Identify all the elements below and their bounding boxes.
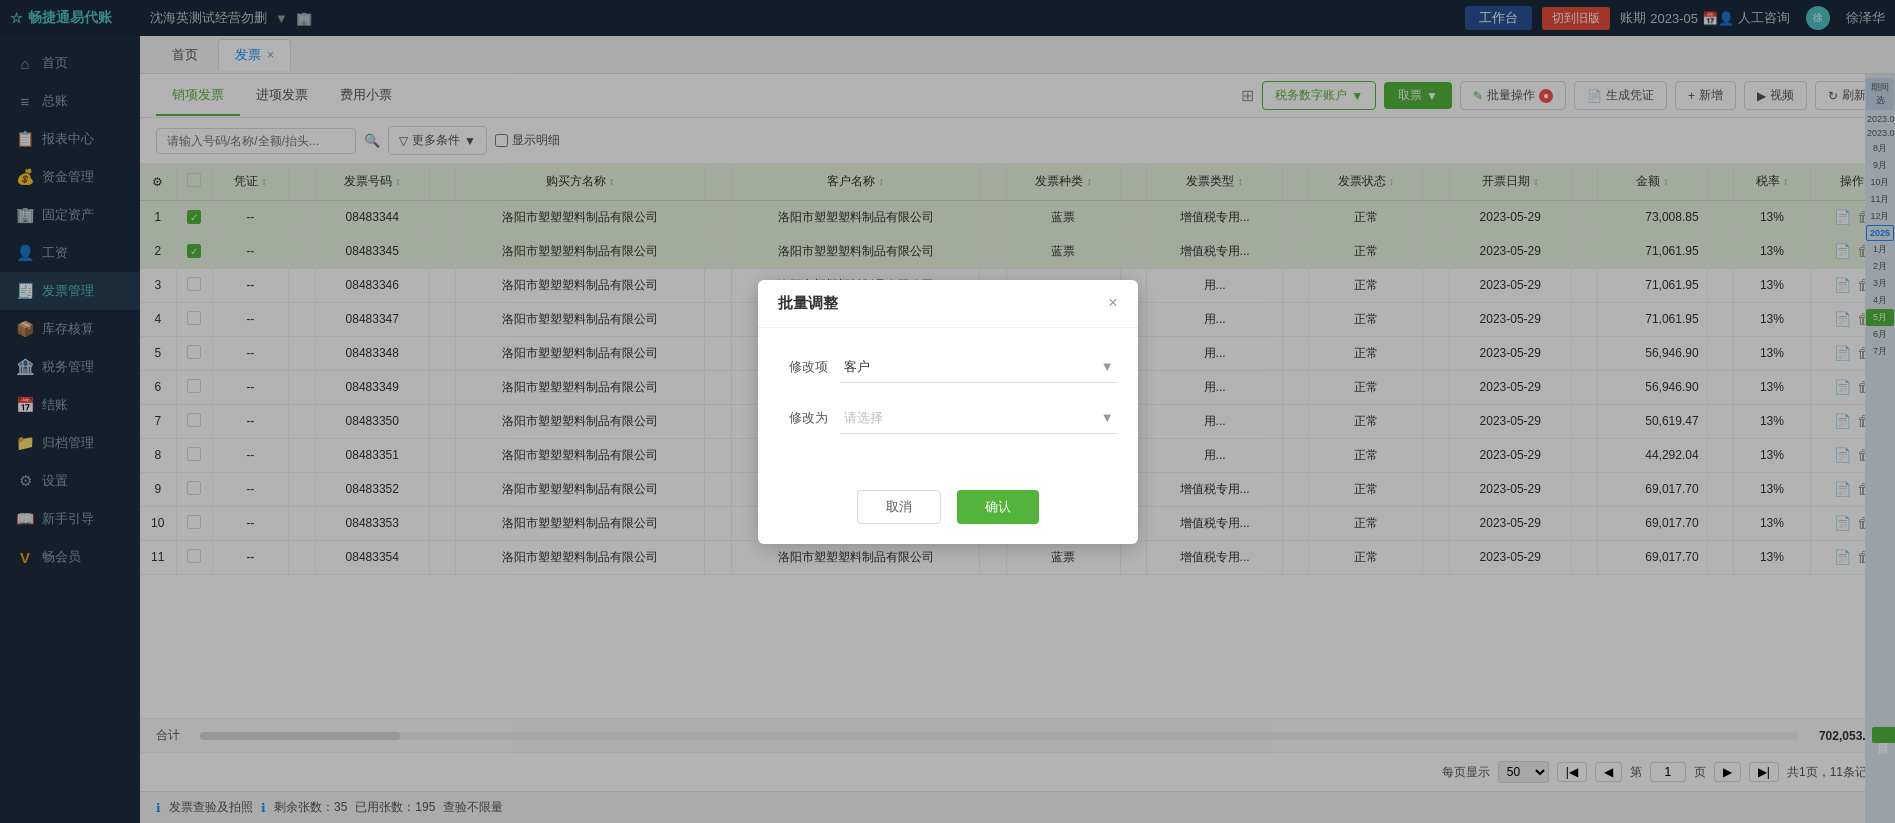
modal-header: 批量调整 ×: [758, 280, 1138, 328]
modify-item-dropdown-icon: ▼: [1101, 359, 1114, 374]
modal-title: 批量调整: [778, 294, 838, 313]
modify-item-row: 修改项 客户 ▼: [778, 352, 1118, 383]
modify-to-placeholder: 请选择: [844, 409, 883, 427]
confirm-button[interactable]: 确认: [957, 490, 1039, 524]
modify-to-label: 修改为: [778, 409, 828, 427]
cancel-button[interactable]: 取消: [857, 490, 941, 524]
modal-overlay: 批量调整 × 修改项 客户 ▼ 修改为 请选择 ▼ 取消 确认: [0, 0, 1895, 823]
modify-item-select[interactable]: 客户 ▼: [840, 352, 1118, 383]
modify-to-select[interactable]: 请选择 ▼: [840, 403, 1118, 434]
modify-item-label: 修改项: [778, 358, 828, 376]
modify-to-dropdown-icon: ▼: [1101, 410, 1114, 425]
modal-footer: 取消 确认: [758, 478, 1138, 544]
modal-close-button[interactable]: ×: [1108, 294, 1117, 312]
modal-body: 修改项 客户 ▼ 修改为 请选择 ▼: [758, 328, 1138, 478]
batch-adjust-modal: 批量调整 × 修改项 客户 ▼ 修改为 请选择 ▼ 取消 确认: [758, 280, 1138, 544]
modify-to-row: 修改为 请选择 ▼: [778, 403, 1118, 434]
modify-item-value: 客户: [844, 358, 870, 376]
